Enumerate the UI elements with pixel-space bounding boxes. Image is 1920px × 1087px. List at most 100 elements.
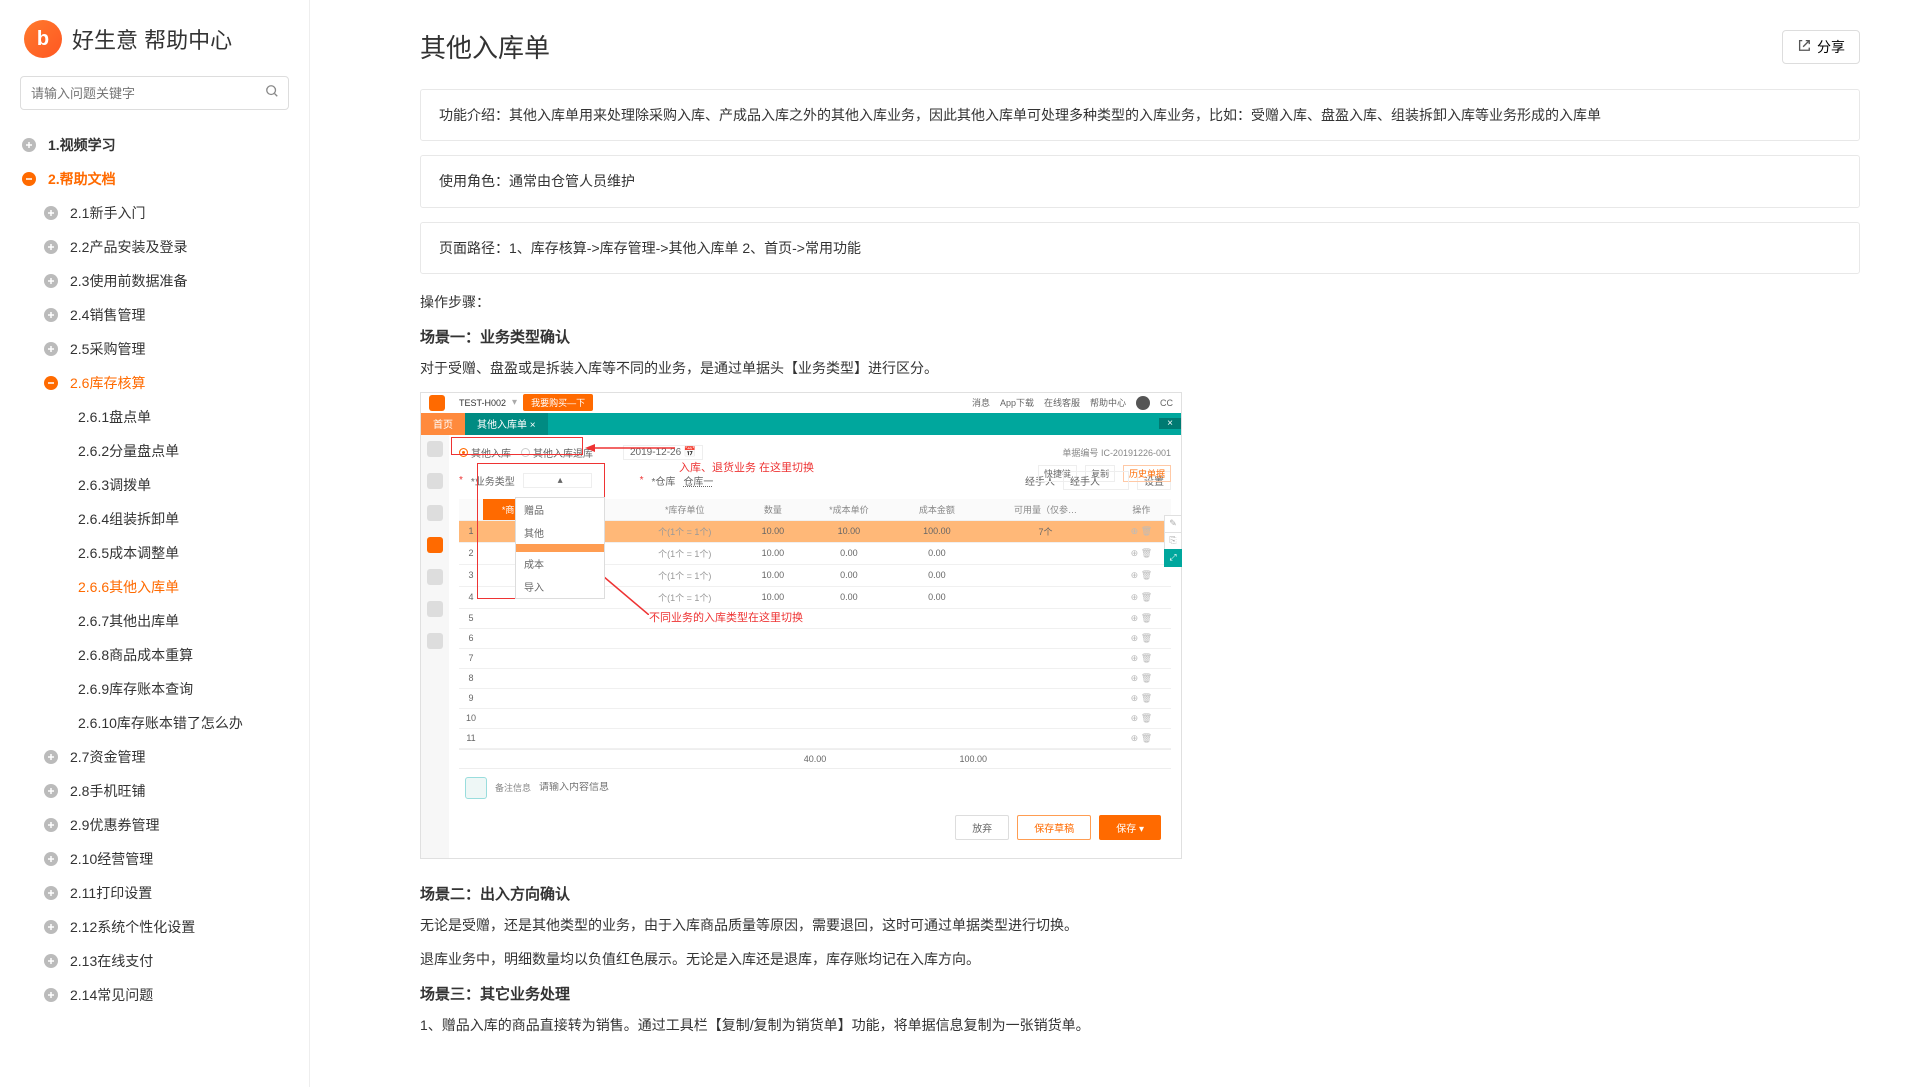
nav-item[interactable]: 2.帮助文档 bbox=[20, 162, 309, 196]
table-row[interactable]: 7⊕ 🗑 bbox=[459, 648, 1171, 668]
nav-label: 2.1新手入门 bbox=[70, 203, 145, 223]
warehouse-value[interactable]: 仓库一 bbox=[683, 473, 713, 488]
tool-icon[interactable]: ✎ bbox=[1164, 515, 1182, 533]
nav-item[interactable]: 2.2产品安装及登录 bbox=[20, 230, 309, 264]
tool-icon[interactable]: ⤢ bbox=[1164, 549, 1182, 567]
form-area: 入库、退货业务 在这里切换 不同业务的入库类型在这里切换 其他入库 其他入库退库… bbox=[449, 435, 1181, 858]
nav-label: 2.6.6其他入库单 bbox=[78, 577, 179, 597]
annotation-box bbox=[451, 437, 583, 455]
dropdown-option[interactable] bbox=[516, 544, 604, 552]
dropdown-option[interactable]: 成本 bbox=[516, 552, 604, 575]
nav-item[interactable]: 2.4销售管理 bbox=[20, 298, 309, 332]
nav-item[interactable]: 2.6.10库存账本错了怎么办 bbox=[20, 706, 309, 740]
top-link[interactable]: 在线客服 bbox=[1044, 396, 1080, 409]
nav-item[interactable]: 2.6.5成本调整单 bbox=[20, 536, 309, 570]
tool-icon[interactable]: ⎘ bbox=[1164, 532, 1182, 550]
top-link[interactable]: 帮助中心 bbox=[1090, 396, 1126, 409]
cancel-button[interactable]: 放弃 bbox=[955, 815, 1009, 840]
top-link[interactable]: App下载 bbox=[1000, 396, 1034, 409]
logo[interactable]: b 好生意 帮助中心 bbox=[20, 20, 309, 58]
nav-item[interactable]: 2.12系统个性化设置 bbox=[20, 910, 309, 944]
plus-icon bbox=[42, 918, 60, 936]
nav-item[interactable]: 2.11打印设置 bbox=[20, 876, 309, 910]
side-tools: ✎ ⎘ ⤢ bbox=[1164, 515, 1182, 566]
draft-button[interactable]: 保存草稿 bbox=[1017, 815, 1091, 840]
buy-button[interactable]: 我要购买—下 bbox=[523, 394, 593, 411]
nav-item[interactable]: 2.6.3调拨单 bbox=[20, 468, 309, 502]
dropdown-option[interactable]: 其他 bbox=[516, 521, 604, 544]
table-row[interactable]: 5⊕ 🗑 bbox=[459, 608, 1171, 628]
nav-label: 2.6.8商品成本重算 bbox=[78, 645, 193, 665]
nav-item[interactable]: 2.6.2分量盘点单 bbox=[20, 434, 309, 468]
scene3-title: 场景三：其它业务处理 bbox=[420, 983, 1860, 1004]
plus-icon bbox=[42, 850, 60, 868]
plus-icon bbox=[42, 748, 60, 766]
role-label: 使用角色： bbox=[439, 173, 509, 189]
sidebar: b 好生意 帮助中心 1.视频学习 2.帮助文档 2.1新手入门 2.2产品安装及登录… bbox=[0, 0, 310, 1087]
role-box: 使用角色：通常由仓管人员维护 bbox=[420, 155, 1860, 207]
table-row[interactable]: 8⊕ 🗑 bbox=[459, 668, 1171, 688]
nav-item[interactable]: 2.6.6其他入库单 bbox=[20, 570, 309, 604]
nav-item[interactable]: 1.视频学习 bbox=[20, 128, 309, 162]
scene2-title: 场景二：出入方向确认 bbox=[420, 883, 1860, 904]
top-link[interactable]: 消息 bbox=[972, 396, 990, 409]
save-button[interactable]: 保存 ▾ bbox=[1099, 815, 1161, 840]
dropdown-option[interactable]: 导入 bbox=[516, 575, 604, 598]
search-icon[interactable] bbox=[265, 84, 279, 101]
close-icon[interactable]: × bbox=[1159, 418, 1181, 429]
history-button[interactable]: 历史单据 bbox=[1123, 465, 1171, 482]
logo-text: 好生意 帮助中心 bbox=[72, 23, 232, 55]
nav-item[interactable]: 2.6.1盘点单 bbox=[20, 400, 309, 434]
nav-label: 2.6.7其他出库单 bbox=[78, 611, 179, 631]
nav-label: 2.帮助文档 bbox=[48, 169, 116, 189]
rail-icon[interactable] bbox=[427, 473, 443, 489]
nav-item[interactable]: 2.5采购管理 bbox=[20, 332, 309, 366]
nav-item[interactable]: 2.3使用前数据准备 bbox=[20, 264, 309, 298]
nav-label: 2.11打印设置 bbox=[70, 883, 152, 903]
nav-item[interactable]: 2.8手机旺铺 bbox=[20, 774, 309, 808]
plus-icon bbox=[42, 340, 60, 358]
plus-icon bbox=[42, 238, 60, 256]
nav-item[interactable]: 2.10经营管理 bbox=[20, 842, 309, 876]
rail-icon[interactable] bbox=[427, 633, 443, 649]
dropdown-option[interactable]: 赠品 bbox=[516, 498, 604, 521]
nav-item[interactable]: 2.6.4组装拆卸单 bbox=[20, 502, 309, 536]
steps-label: 操作步骤： bbox=[420, 292, 1860, 312]
biztype-select[interactable]: ▴ bbox=[523, 473, 592, 488]
nav-label: 2.6.1盘点单 bbox=[78, 407, 151, 427]
rail-icon[interactable] bbox=[427, 537, 443, 553]
nav-item[interactable]: 2.13在线支付 bbox=[20, 944, 309, 978]
search-input[interactable] bbox=[20, 76, 289, 110]
main-content: 其他入库单 分享 功能介绍：其他入库单用来处理除采购入库、产成品入库之外的其他入… bbox=[310, 0, 1920, 1087]
intro-box: 功能介绍：其他入库单用来处理除采购入库、产成品入库之外的其他入库业务，因此其他入… bbox=[420, 89, 1860, 141]
col-header: 操作 bbox=[1112, 499, 1171, 521]
nav-item[interactable]: 2.14常见问题 bbox=[20, 978, 309, 1012]
rail-icon[interactable] bbox=[427, 441, 443, 457]
nav-item[interactable]: 2.6.7其他出库单 bbox=[20, 604, 309, 638]
nav-item[interactable]: 2.1新手入门 bbox=[20, 196, 309, 230]
rail-icon[interactable] bbox=[427, 601, 443, 617]
table-row[interactable]: 10⊕ 🗑 bbox=[459, 708, 1171, 728]
top-link[interactable]: CC bbox=[1160, 398, 1173, 408]
remark-input[interactable] bbox=[539, 782, 1165, 793]
nav-item[interactable]: 2.6库存核算 bbox=[20, 366, 309, 400]
plus-icon bbox=[42, 306, 60, 324]
chevron-down-icon: ▾ bbox=[512, 397, 517, 408]
table-row[interactable]: 6⊕ 🗑 bbox=[459, 628, 1171, 648]
rail-icon[interactable] bbox=[427, 569, 443, 585]
nav-item[interactable]: 2.6.9库存账本查询 bbox=[20, 672, 309, 706]
table-row[interactable]: 9⊕ 🗑 bbox=[459, 688, 1171, 708]
clerk-select[interactable]: 经手人 bbox=[1063, 471, 1129, 490]
nav-label: 2.6.5成本调整单 bbox=[78, 543, 179, 563]
search-box bbox=[20, 76, 289, 110]
nav-label: 2.6库存核算 bbox=[70, 373, 145, 393]
nav-item[interactable]: 2.6.8商品成本重算 bbox=[20, 638, 309, 672]
rail-icon[interactable] bbox=[427, 505, 443, 521]
table-row[interactable]: 11⊕ 🗑 bbox=[459, 728, 1171, 748]
nav-item[interactable]: 2.7资金管理 bbox=[20, 740, 309, 774]
plus-icon bbox=[42, 986, 60, 1004]
nav-item[interactable]: 2.9优惠券管理 bbox=[20, 808, 309, 842]
share-button[interactable]: 分享 bbox=[1782, 30, 1860, 64]
tab-home[interactable]: 首页 bbox=[421, 413, 465, 435]
tab-active[interactable]: 其他入库单 × bbox=[465, 413, 548, 435]
